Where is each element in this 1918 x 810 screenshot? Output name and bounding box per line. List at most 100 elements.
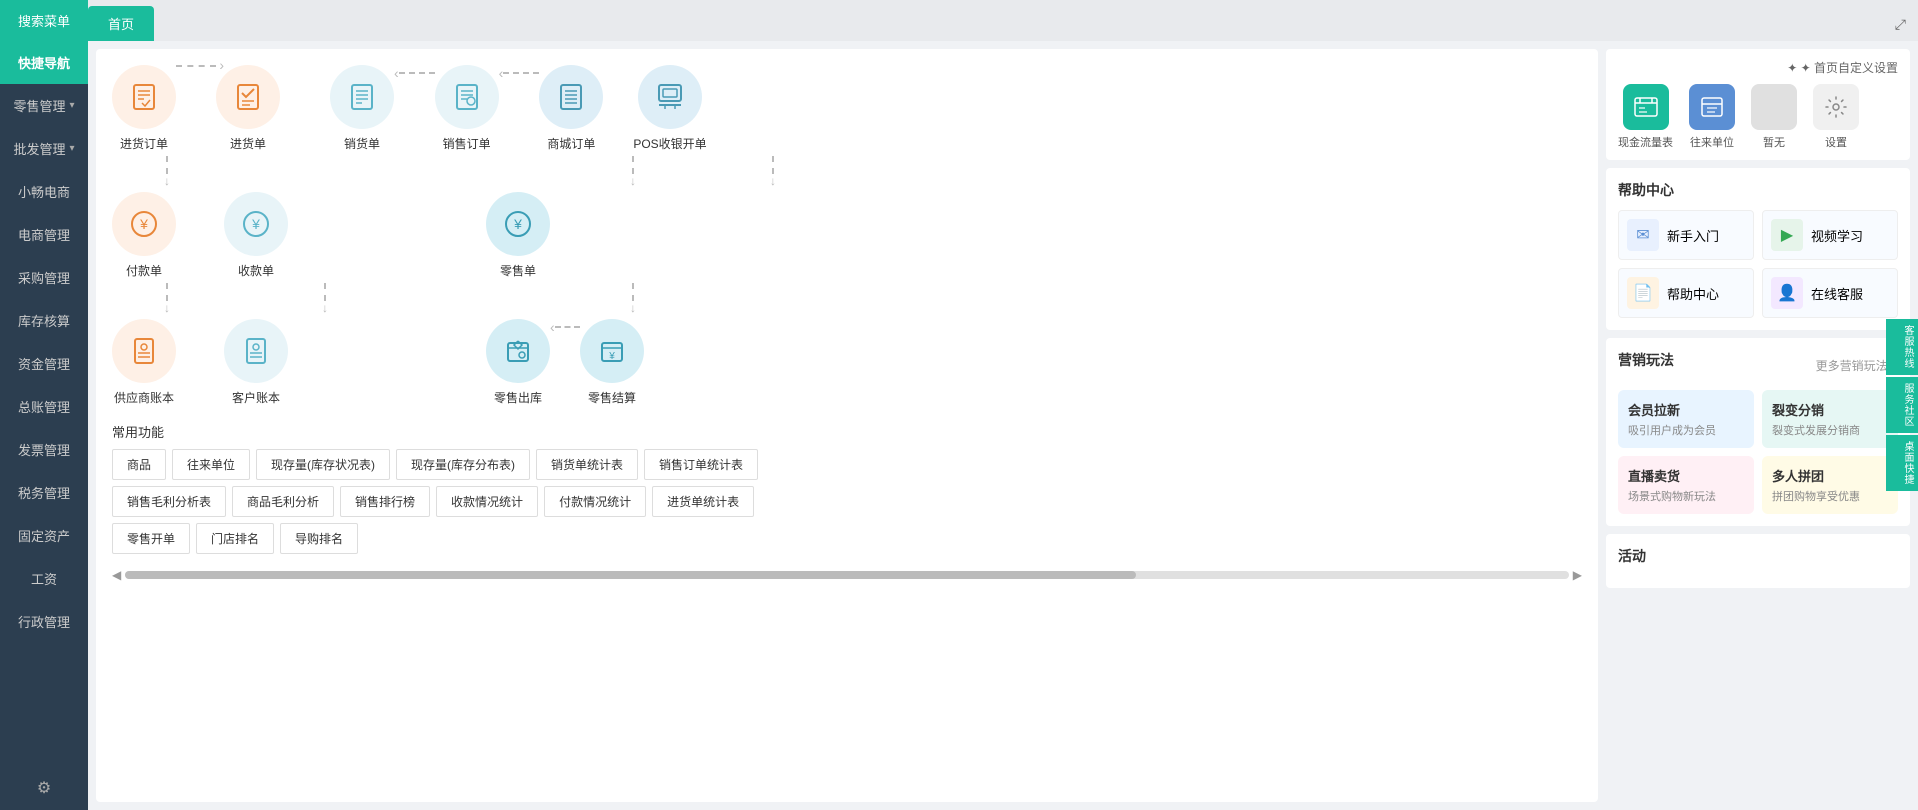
sidebar-item-invoice[interactable]: 发票管理 [0, 428, 88, 471]
scroll-left-button[interactable]: ◀ [112, 568, 121, 582]
quick-nav-label: 快捷导航 [18, 53, 70, 72]
search-label: 搜索菜单 [18, 11, 70, 30]
partners-icon [1689, 84, 1735, 130]
tab-bar: 首页 ⤢ [88, 0, 1918, 41]
node-retail-out[interactable]: 零售出库 [486, 319, 550, 406]
node-payment-out[interactable]: ¥ 付款单 [112, 192, 176, 279]
func-btn-store-rank[interactable]: 门店排名 [196, 523, 274, 554]
func-btn-partners[interactable]: 往来单位 [172, 449, 250, 480]
marketing-item-fission[interactable]: 裂变分销 裂变式发展分销商 [1762, 390, 1898, 448]
scroll-thumb [125, 571, 1135, 579]
node-purchase-order[interactable]: 进货订单 [112, 65, 176, 152]
func-btn-purchase-stat[interactable]: 进货单统计表 [652, 486, 754, 517]
sidebar-item-invoice-label: 发票管理 [18, 440, 70, 459]
sidebar-item-purchase[interactable]: 采购管理 [0, 256, 88, 299]
node-purchase-slip[interactable]: 进货单 [216, 65, 280, 152]
scroll-track[interactable] [125, 571, 1569, 579]
sales-order-icon [435, 65, 499, 129]
sidebar-item-general-ledger-label: 总账管理 [18, 397, 70, 416]
quick-icon-empty[interactable]: 暂无 [1751, 84, 1797, 150]
right-float-buttons: 客服热线 服务社区 桌面快捷 [1886, 319, 1918, 491]
page-body: 进货订单 › [88, 41, 1918, 810]
customer-account-label: 客户账本 [232, 389, 280, 406]
node-retail-single[interactable]: ¥ 零售单 [486, 192, 550, 279]
quick-icon-cashflow[interactable]: 现金流量表 [1618, 84, 1673, 150]
quick-icon-settings[interactable]: 设置 [1813, 84, 1859, 150]
sidebar-item-inventory[interactable]: 库存核算 [0, 299, 88, 342]
help-item-service[interactable]: 👤 在线客服 [1762, 268, 1898, 318]
node-pos-open[interactable]: POS收银开单 [633, 65, 706, 152]
sidebar-item-ecommerce-label: 电商管理 [18, 225, 70, 244]
marketing-item-livestream[interactable]: 直播卖货 场景式购物新玩法 [1618, 456, 1754, 514]
expand-icon-symbol: ⤢ [1895, 16, 1906, 32]
help-center-section: 帮助中心 ✉ 新手入门 ▶ 视频学习 📄 帮助中心 👤 [1606, 168, 1910, 330]
marketing-item-member[interactable]: 会员拉新 吸引用户成为会员 [1618, 390, 1754, 448]
func-row-3: 零售开单 门店排名 导购排名 [112, 523, 1582, 554]
node-mall-order[interactable]: 商城订单 [539, 65, 603, 152]
float-btn-desktop[interactable]: 桌面快捷 [1886, 435, 1918, 491]
fission-desc: 裂变式发展分销商 [1772, 422, 1888, 438]
sidebar-item-payroll[interactable]: 工资 [0, 557, 88, 600]
func-btn-stock-dist[interactable]: 现存量(库存分布表) [396, 449, 530, 480]
marketing-grid: 会员拉新 吸引用户成为会员 裂变分销 裂变式发展分销商 直播卖货 场景式购物新玩… [1618, 390, 1898, 514]
node-retail-settle[interactable]: ¥ 零售结算 [580, 319, 644, 406]
scroll-right-button[interactable]: ▶ [1573, 568, 1582, 582]
tab-home[interactable]: 首页 [88, 6, 154, 41]
retail-settle-label: 零售结算 [588, 389, 636, 406]
float-btn-hotline[interactable]: 客服热线 [1886, 319, 1918, 375]
float-btn-community[interactable]: 服务社区 [1886, 377, 1918, 433]
func-btn-stock-status[interactable]: 现存量(库存状况表) [256, 449, 390, 480]
cashflow-icon [1623, 84, 1669, 130]
func-btn-sales-order-stat[interactable]: 销售订单统计表 [644, 449, 758, 480]
sidebar-item-finance[interactable]: 资金管理 [0, 342, 88, 385]
func-btn-goods-profit[interactable]: 商品毛利分析 [232, 486, 334, 517]
payment-in-icon: ¥ [224, 192, 288, 256]
func-btn-goods[interactable]: 商品 [112, 449, 166, 480]
supplier-account-icon [112, 319, 176, 383]
quick-nav-header: 快捷导航 [0, 40, 88, 84]
node-supplier-account[interactable]: 供应商账本 [112, 319, 176, 406]
chevron-down-icon: ▾ [69, 143, 74, 154]
common-functions: 常用功能 商品 往来单位 现存量(库存状况表) 现存量(库存分布表) 销货单统计… [112, 422, 1582, 560]
help-label: 帮助中心 [1667, 284, 1719, 303]
sidebar-item-admin[interactable]: 行政管理 [0, 600, 88, 643]
node-sales-order[interactable]: 销售订单 [435, 65, 499, 152]
sidebar-item-purchase-label: 采购管理 [18, 268, 70, 287]
sidebar-item-ecommerce-small[interactable]: 小畅电商 [0, 170, 88, 213]
expand-icon[interactable]: ⤢ [1883, 8, 1918, 41]
func-btn-retail-order[interactable]: 零售开单 [112, 523, 190, 554]
func-btn-payment-stat[interactable]: 付款情况统计 [544, 486, 646, 517]
sales-slip-icon [330, 65, 394, 129]
settings-icon-bottom[interactable]: ⚙ [0, 766, 88, 810]
sidebar-item-tax[interactable]: 税务管理 [0, 471, 88, 514]
home-custom-label[interactable]: ✦ 首页自定义设置 [1801, 59, 1898, 76]
livestream-desc: 场景式购物新玩法 [1628, 488, 1744, 504]
empty-label: 暂无 [1763, 134, 1785, 150]
sidebar-item-retail[interactable]: 零售管理 ▾ [0, 84, 88, 127]
svg-text:¥: ¥ [251, 216, 260, 232]
func-btn-receipt-stat[interactable]: 收款情况统计 [436, 486, 538, 517]
func-btn-sales-stat[interactable]: 销货单统计表 [536, 449, 638, 480]
func-btn-sales-profit[interactable]: 销售毛利分析表 [112, 486, 226, 517]
func-btn-guide-rank[interactable]: 导购排名 [280, 523, 358, 554]
help-item-beginner[interactable]: ✉ 新手入门 [1618, 210, 1754, 260]
help-icon-doc: 📄 [1627, 277, 1659, 309]
sidebar-item-fixed-assets[interactable]: 固定资产 [0, 514, 88, 557]
quick-icon-partners[interactable]: 往来单位 [1689, 84, 1735, 150]
mall-order-label: 商城订单 [547, 135, 595, 152]
sidebar-item-general-ledger[interactable]: 总账管理 [0, 385, 88, 428]
sidebar-item-wholesale[interactable]: 批发管理 ▾ [0, 127, 88, 170]
help-item-help[interactable]: 📄 帮助中心 [1618, 268, 1754, 318]
func-btn-sales-rank[interactable]: 销售排行榜 [340, 486, 430, 517]
sidebar-item-ecommerce[interactable]: 电商管理 [0, 213, 88, 256]
quick-access-section: ✦ ✦ 首页自定义设置 [1606, 49, 1910, 160]
node-customer-account[interactable]: 客户账本 [224, 319, 288, 406]
marketing-item-group[interactable]: 多人拼团 拼团购物享受优惠 [1762, 456, 1898, 514]
quick-icons-row: 现金流量表 往来单位 [1618, 84, 1898, 150]
cashflow-label: 现金流量表 [1618, 134, 1673, 150]
sidebar-item-ecommerce-small-label: 小畅电商 [18, 182, 70, 201]
search-menu-button[interactable]: 搜索菜单 [0, 0, 88, 40]
help-item-video[interactable]: ▶ 视频学习 [1762, 210, 1898, 260]
node-sales-slip[interactable]: 销货单 [330, 65, 394, 152]
node-payment-in[interactable]: ¥ 收款单 [224, 192, 288, 279]
